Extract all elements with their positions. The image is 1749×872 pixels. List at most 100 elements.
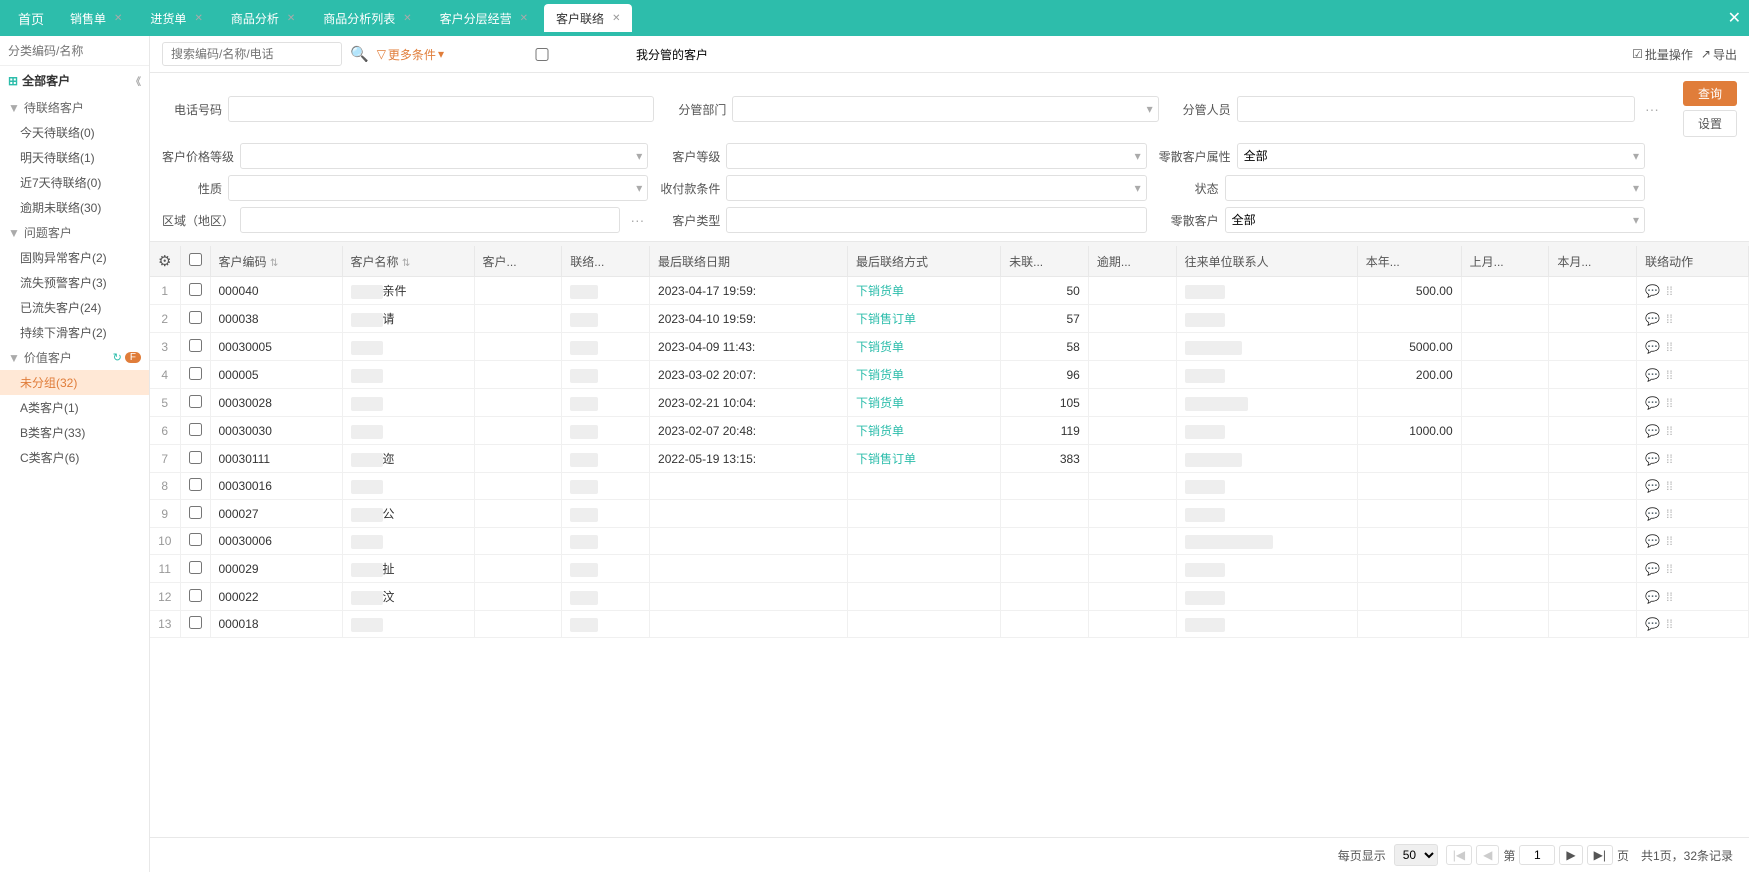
row-checkbox-cell[interactable] xyxy=(180,417,210,445)
row-checkbox[interactable] xyxy=(189,311,202,324)
sidebar-item-churn-warning[interactable]: 流失预警客户(3) xyxy=(0,270,149,295)
last-month-th[interactable]: 上月... xyxy=(1461,246,1549,277)
row-checkbox[interactable] xyxy=(189,616,202,629)
prev-page-btn[interactable]: ◀ xyxy=(1476,845,1499,865)
retail-attr-select[interactable]: 全部 xyxy=(1237,143,1645,169)
customer-grade-select[interactable] xyxy=(726,143,1146,169)
more-action-icon[interactable]: ⁞⁞ xyxy=(1666,368,1673,382)
contact-th[interactable]: 联络... xyxy=(562,246,650,277)
close-product-analysis-list[interactable]: ✕ xyxy=(403,13,411,24)
last-contact-method-cell[interactable]: 下销售订单 xyxy=(848,305,1001,333)
last-contact-method-cell[interactable]: 下销货单 xyxy=(848,277,1001,305)
collapse-icon[interactable]: 《 xyxy=(131,73,141,88)
more-action-icon[interactable]: ⁞⁞ xyxy=(1666,534,1673,548)
more-action-icon[interactable]: ⁞⁞ xyxy=(1666,424,1673,438)
row-checkbox[interactable] xyxy=(189,423,202,436)
last-contact-method-cell[interactable]: 下销货单 xyxy=(848,417,1001,445)
row-checkbox[interactable] xyxy=(189,533,202,546)
more-action-icon[interactable]: ⁞⁞ xyxy=(1666,396,1673,410)
row-checkbox-cell[interactable] xyxy=(180,445,210,473)
page-size-select[interactable]: 50 xyxy=(1394,844,1438,866)
filter-search-icon[interactable]: 🔍 xyxy=(350,45,369,63)
sidebar-item-ungroup[interactable]: 未分组(32) xyxy=(0,370,149,395)
settings-icon[interactable]: ⚙ xyxy=(158,253,171,270)
row-checkbox[interactable] xyxy=(189,451,202,464)
last-contact-method-cell[interactable] xyxy=(848,500,1001,528)
tab-customer-segmentation[interactable]: 客户分层经营 ✕ xyxy=(428,4,540,32)
sidebar-search-input[interactable] xyxy=(8,44,150,58)
close-sales-order[interactable]: ✕ xyxy=(114,13,122,24)
region-input[interactable] xyxy=(240,207,620,233)
last-contact-method-cell[interactable] xyxy=(848,555,1001,583)
row-checkbox-cell[interactable] xyxy=(180,555,210,583)
retail-customer-select[interactable]: 全部 xyxy=(1225,207,1645,233)
sidebar-item-churned[interactable]: 已流失客户(24) xyxy=(0,295,149,320)
more-conditions-btn[interactable]: ▽ 更多条件 ▾ xyxy=(377,46,444,63)
this-year-th[interactable]: 本年... xyxy=(1357,246,1461,277)
status-select[interactable] xyxy=(1225,175,1645,201)
intercompany-th[interactable]: 往来单位联系人 xyxy=(1176,246,1357,277)
query-button[interactable]: 查询 xyxy=(1683,81,1737,106)
person-input[interactable] xyxy=(1237,96,1635,122)
tab-product-analysis[interactable]: 商品分析 ✕ xyxy=(219,4,307,32)
row-checkbox-cell[interactable] xyxy=(180,333,210,361)
tab-purchase-order[interactable]: 进货单 ✕ xyxy=(138,4,214,32)
more-action-icon[interactable]: ⁞⁞ xyxy=(1666,340,1673,354)
sidebar-item-overdue-contact[interactable]: 逾期未联络(30) xyxy=(0,195,149,220)
last-contact-method-th[interactable]: 最后联络方式 xyxy=(848,246,1001,277)
close-product-analysis[interactable]: ✕ xyxy=(287,13,295,24)
sidebar-item-today-contact[interactable]: 今天待联络(0) xyxy=(0,120,149,145)
price-grade-select[interactable] xyxy=(240,143,648,169)
contact-action-icon[interactable]: 💬 xyxy=(1645,452,1660,466)
last-contact-method-cell[interactable] xyxy=(848,473,1001,500)
last-contact-date-th[interactable]: 最后联络日期 xyxy=(650,246,848,277)
contact-action-icon[interactable]: 💬 xyxy=(1645,507,1660,521)
tab-product-analysis-list[interactable]: 商品分析列表 ✕ xyxy=(311,4,423,32)
close-window-icon[interactable]: ✕ xyxy=(1728,8,1741,28)
contact-action-icon[interactable]: 💬 xyxy=(1645,534,1660,548)
contact-action-icon[interactable]: 💬 xyxy=(1645,368,1660,382)
tab-sales-order[interactable]: 销售单 ✕ xyxy=(58,4,134,32)
home-tab[interactable]: 首页 xyxy=(8,4,54,32)
customer-type-th[interactable]: 客户... xyxy=(474,246,562,277)
row-checkbox-cell[interactable] xyxy=(180,389,210,417)
last-contact-method-cell[interactable] xyxy=(848,583,1001,611)
value-customers-group[interactable]: ▼ 价值客户 ↻ F xyxy=(0,345,149,370)
row-checkbox[interactable] xyxy=(189,283,202,296)
dept-select[interactable] xyxy=(732,96,1158,122)
sidebar-item-declining[interactable]: 持续下滑客户(2) xyxy=(0,320,149,345)
last-contact-method-cell[interactable] xyxy=(848,528,1001,555)
customer-type-input[interactable] xyxy=(726,207,1146,233)
row-checkbox[interactable] xyxy=(189,339,202,352)
last-contact-method-cell[interactable]: 下销货单 xyxy=(848,361,1001,389)
my-customers-checkbox[interactable] xyxy=(452,48,632,61)
page-input[interactable] xyxy=(1519,845,1555,865)
more-action-icon[interactable]: ⁞⁞ xyxy=(1666,507,1673,521)
close-customer-segmentation[interactable]: ✕ xyxy=(520,13,528,24)
tab-customer-contact[interactable]: 客户联络 ✕ xyxy=(544,4,632,32)
checkbox-th[interactable] xyxy=(180,246,210,277)
phone-input[interactable] xyxy=(228,96,654,122)
contact-action-icon[interactable]: 💬 xyxy=(1645,284,1660,298)
row-checkbox-cell[interactable] xyxy=(180,305,210,333)
more-action-icon[interactable]: ⁞⁞ xyxy=(1666,590,1673,604)
row-checkbox[interactable] xyxy=(189,589,202,602)
row-checkbox-cell[interactable] xyxy=(180,361,210,389)
last-contact-method-cell[interactable]: 下销货单 xyxy=(848,333,1001,361)
overdue-th[interactable]: 逾期... xyxy=(1088,246,1176,277)
contact-action-icon[interactable]: 💬 xyxy=(1645,340,1660,354)
row-checkbox-cell[interactable] xyxy=(180,277,210,305)
more-action-icon[interactable]: ⁞⁞ xyxy=(1666,452,1673,466)
sidebar-item-abnormal[interactable]: 固购异常客户(2) xyxy=(0,245,149,270)
contact-action-icon[interactable]: 💬 xyxy=(1645,617,1660,631)
problem-customers-group[interactable]: ▼ 问题客户 xyxy=(0,220,149,245)
more-action-icon[interactable]: ⁞⁞ xyxy=(1666,562,1673,576)
person-ellipsis[interactable]: ··· xyxy=(1641,101,1663,117)
row-checkbox[interactable] xyxy=(189,395,202,408)
row-checkbox[interactable] xyxy=(189,506,202,519)
sidebar-item-class-b[interactable]: B类客户(33) xyxy=(0,420,149,445)
row-checkbox-cell[interactable] xyxy=(180,473,210,500)
row-checkbox-cell[interactable] xyxy=(180,500,210,528)
wait-contact-group[interactable]: ▼ 待联络客户 xyxy=(0,95,149,120)
close-purchase-order[interactable]: ✕ xyxy=(194,13,202,24)
